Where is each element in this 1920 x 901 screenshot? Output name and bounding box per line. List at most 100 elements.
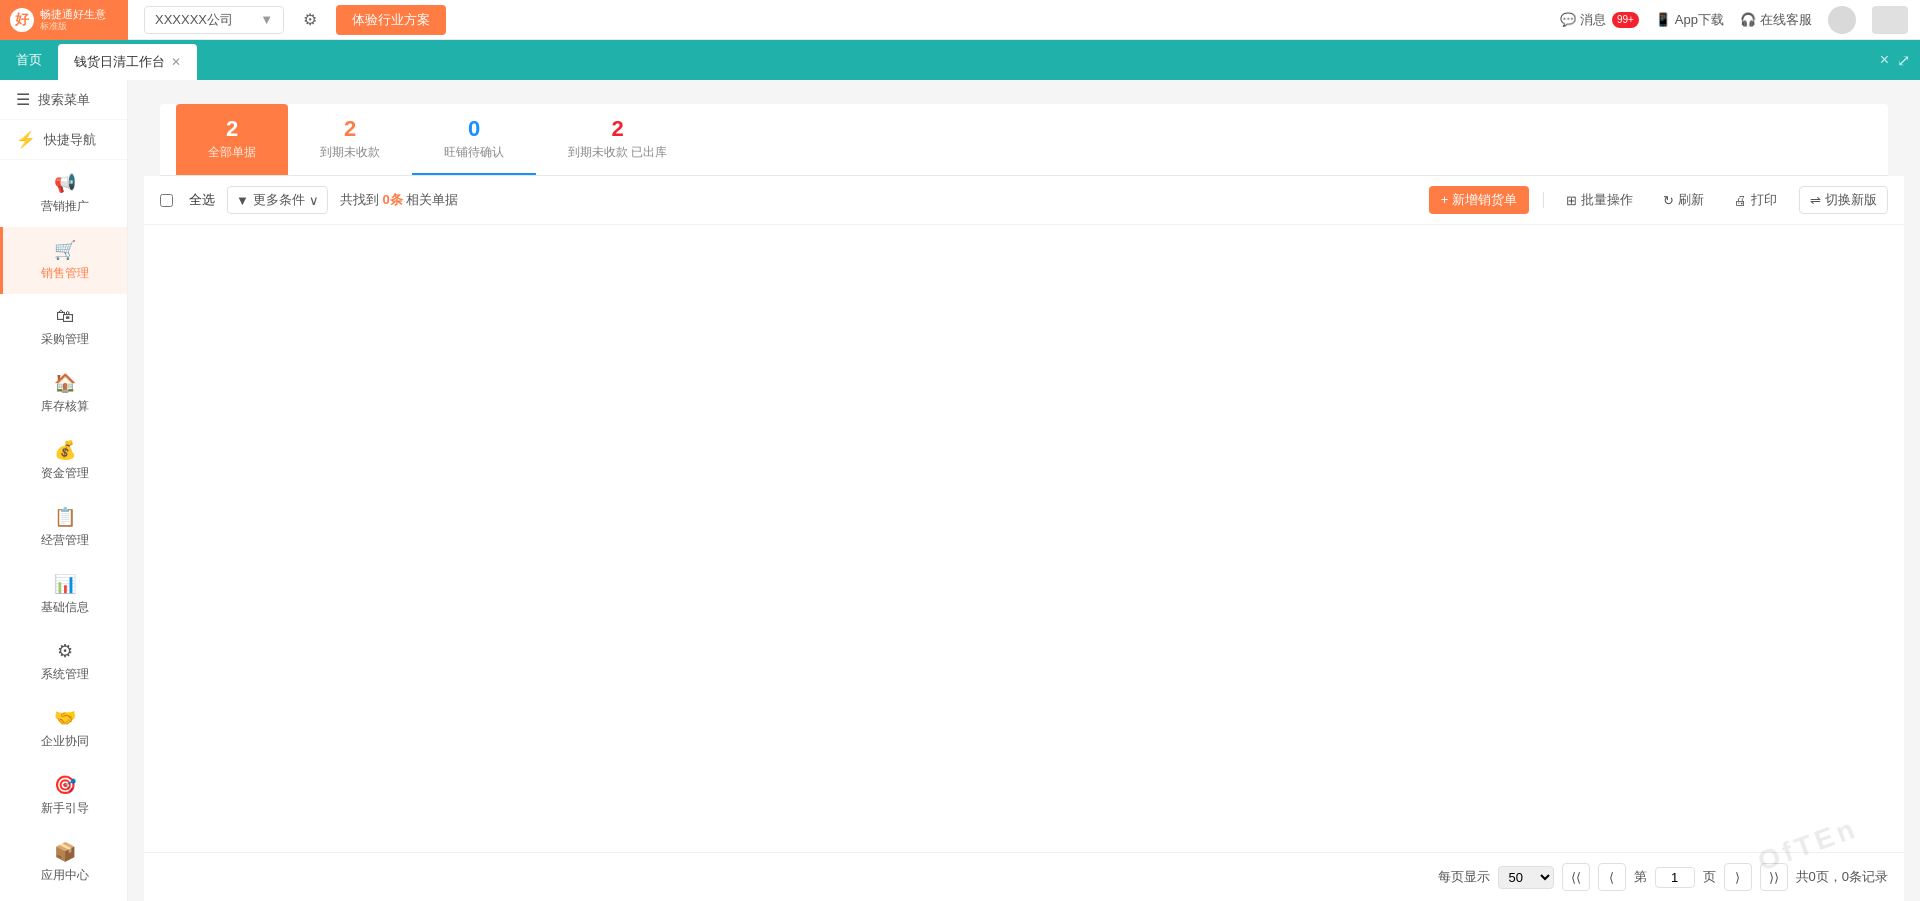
stat-label-pending: 旺铺待确认 [444,144,504,161]
message-badge: 99+ [1612,12,1639,28]
header-right: 💬 消息 99+ 📱 App下载 🎧 在线客服 [1560,6,1908,34]
sidebar-item-label: 经营管理 [41,532,89,549]
page-suffix: 页 [1703,868,1716,886]
stat-number-all: 2 [226,116,238,142]
basic-info-icon: 📊 [54,573,76,595]
found-count: 0条 [383,192,403,207]
add-sale-button[interactable]: + 新增销货单 [1429,186,1529,214]
tab-expand-icon[interactable]: ⤢ [1897,51,1910,70]
tab-workbench[interactable]: 钱货日清工作台 ✕ [58,44,197,80]
stat-number-shipped: 2 [612,116,624,142]
guide-icon: 🎯 [54,774,76,796]
operations-icon: 📋 [54,506,76,528]
stats-tabs: 2 全部单据 2 到期未收款 0 旺铺待确认 2 到期未收款 已出库 [160,104,1888,176]
stat-tab-shipped[interactable]: 2 到期未收款 已出库 [536,104,699,175]
found-text: 共找到 0条 相关单据 [340,191,458,209]
sidebar-item-guide[interactable]: 🎯 新手引导 [0,762,127,829]
sidebar-item-marketing[interactable]: 📢 营销推广 [0,160,127,227]
per-page-label: 每页显示 [1438,868,1490,886]
page-input[interactable] [1655,867,1695,888]
app-download-button[interactable]: 📱 App下载 [1655,11,1724,29]
online-service-button[interactable]: 🎧 在线客服 [1740,11,1812,29]
sales-icon: 🛒 [54,239,76,261]
page-last-button[interactable]: ⟩⟩ [1760,863,1788,891]
sidebar-item-purchase[interactable]: 🛍 采购管理 [0,294,127,360]
enterprise-icon: 🤝 [54,707,76,729]
quick-nav-item[interactable]: ⚡ 快捷导航 [0,120,127,160]
logo-text: 畅捷通好生意 标准版 [40,7,106,33]
sidebar-item-enterprise[interactable]: 🤝 企业协同 [0,695,127,762]
stat-label-shipped: 到期未收款 已出库 [568,144,667,161]
select-all-label: 全选 [189,191,215,209]
refresh-button[interactable]: ↻ 刷新 [1655,187,1712,213]
tab-bar: 首页 钱货日清工作台 ✕ × ⤢ [0,40,1920,80]
print-button[interactable]: 🖨 打印 [1726,187,1785,213]
per-page-select[interactable]: 50 100 200 [1498,866,1554,889]
batch-icon: ⊞ [1566,193,1577,208]
company-name: XXXXXX公司 [155,11,254,29]
tab-home[interactable]: 首页 [0,40,58,80]
inventory-icon: 🏠 [54,372,76,394]
pagination: 每页显示 50 100 200 ⟨⟨ ⟨ 第 页 ⟩ ⟩⟩ 共0页，0条记录 [144,852,1904,901]
print-icon: 🖨 [1734,193,1747,208]
sidebar-item-system[interactable]: ⚙ 系统管理 [0,628,127,695]
sidebar-item-app-center[interactable]: 📦 应用中心 [0,829,127,896]
sidebar: ☰ 搜索菜单 ⚡ 快捷导航 📢 营销推广 🛒 销售管理 🛍 采购管理 🏠 库存核… [0,80,128,901]
sidebar-item-inventory[interactable]: 🏠 库存核算 [0,360,127,427]
app-center-icon: 📦 [54,841,76,863]
sidebar-item-label: 销售管理 [41,265,89,282]
marketing-icon: 📢 [54,172,76,194]
sidebar-item-label: 应用中心 [41,867,89,884]
sidebar-item-label: 企业协同 [41,733,89,750]
sidebar-item-sales[interactable]: 🛒 销售管理 [0,227,127,294]
toolbar-right: + 新增销货单 ⊞ 批量操作 ↻ 刷新 🖨 打印 ⇌ 切换新版 [1429,186,1888,214]
sidebar-item-label: 库存核算 [41,398,89,415]
logo-badge: 标准版 [40,21,106,33]
toolbar: 全选 ▼ 更多条件 ∨ 共找到 0条 相关单据 + 新增销货单 ⊞ 批量操作 ↻ [144,176,1904,225]
avatar-extra[interactable] [1872,6,1908,34]
content-area: 2 全部单据 2 到期未收款 0 旺铺待确认 2 到期未收款 已出库 [128,80,1920,901]
page-next-button[interactable]: ⟩ [1724,863,1752,891]
page-prev-button[interactable]: ⟨ [1598,863,1626,891]
sidebar-item-operations[interactable]: 📋 经营管理 [0,494,127,561]
filter-button[interactable]: ▼ 更多条件 ∨ [227,186,328,214]
table-area [144,225,1904,852]
filter-icon: ▼ [236,193,249,208]
sidebar-item-finance[interactable]: 💰 资金管理 [0,427,127,494]
sidebar-item-label: 资金管理 [41,465,89,482]
stat-tab-pending[interactable]: 0 旺铺待确认 [412,104,536,175]
stat-number-pending: 0 [468,116,480,142]
sidebar-item-label: 营销推广 [41,198,89,215]
total-label: 共0页，0条记录 [1796,868,1888,886]
purchase-icon: 🛍 [56,306,74,327]
message-button[interactable]: 💬 消息 99+ [1560,11,1639,29]
select-all-checkbox[interactable] [160,194,173,207]
trial-button[interactable]: 体验行业方案 [336,5,446,35]
sidebar-item-label: 基础信息 [41,599,89,616]
switch-icon: ⇌ [1810,193,1821,208]
chevron-icon: ∨ [309,193,319,208]
avatar[interactable] [1828,6,1856,34]
page-first-button[interactable]: ⟨⟨ [1562,863,1590,891]
sidebar-item-basic-info[interactable]: 📊 基础信息 [0,561,127,628]
switch-version-button[interactable]: ⇌ 切换新版 [1799,186,1888,214]
batch-operation-button[interactable]: ⊞ 批量操作 [1558,187,1641,213]
service-icon: 🎧 [1740,12,1756,27]
tab-close-icon[interactable]: ✕ [171,55,181,69]
main-layout: ☰ 搜索菜单 ⚡ 快捷导航 📢 营销推广 🛒 销售管理 🛍 采购管理 🏠 库存核… [0,80,1920,901]
quick-nav-icon: ⚡ [16,130,36,149]
stat-label-overdue: 到期未收款 [320,144,380,161]
company-selector[interactable]: XXXXXX公司 ▼ [144,6,284,34]
top-header: 好 畅捷通好生意 标准版 XXXXXX公司 ▼ ⚙ 体验行业方案 💬 消息 99… [0,0,1920,40]
stat-label-all: 全部单据 [208,144,256,161]
settings-button[interactable]: ⚙ [294,4,326,36]
stat-tab-all[interactable]: 2 全部单据 [176,104,288,175]
stat-tab-overdue[interactable]: 2 到期未收款 [288,104,412,175]
tab-minimize-icon[interactable]: × [1880,51,1889,69]
sidebar-item-wechat[interactable]: 💬 企业微信 [0,896,127,901]
search-menu-item[interactable]: ☰ 搜索菜单 [0,80,127,120]
search-icon: ☰ [16,90,30,109]
divider [1543,192,1544,208]
tab-bar-right: × ⤢ [1872,51,1920,70]
chevron-down-icon: ▼ [260,12,273,27]
